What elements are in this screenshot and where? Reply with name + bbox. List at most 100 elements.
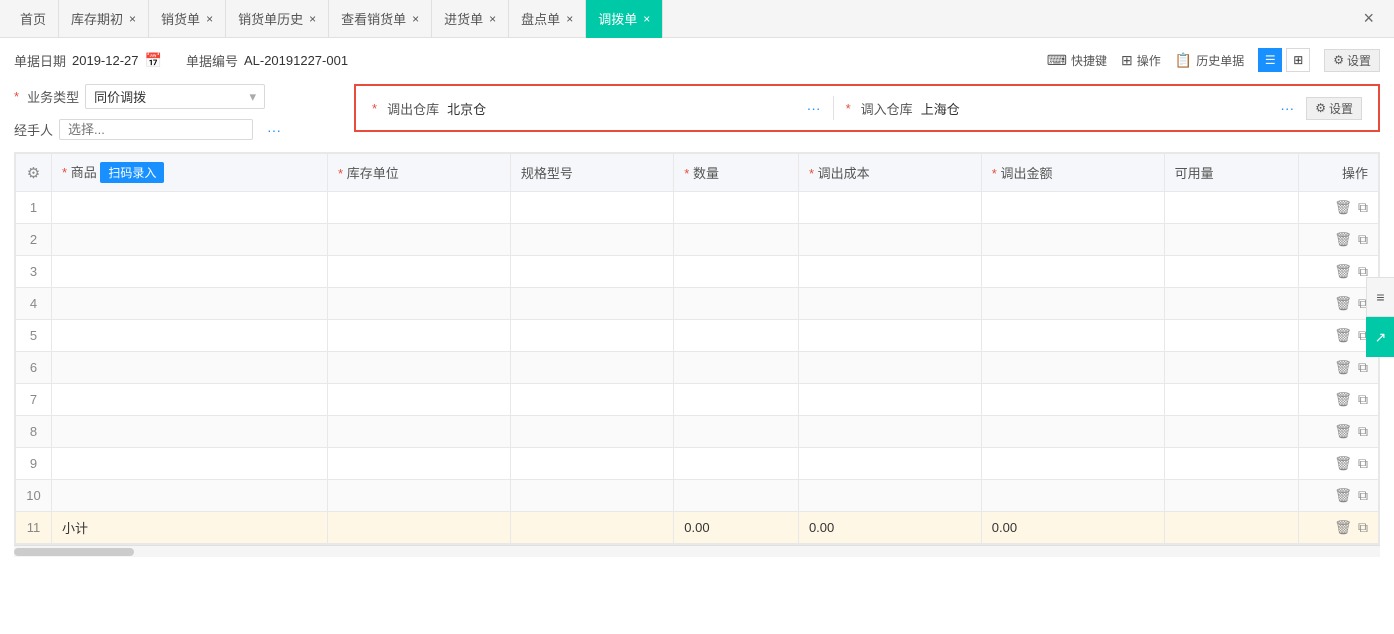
tab-close-init-stock[interactable]: × [129,12,136,26]
product-cell[interactable] [52,448,328,480]
unit-cell[interactable] [328,224,511,256]
copy-icon[interactable]: ⧉ [1358,487,1368,504]
scrollbar-thumb[interactable] [14,548,134,556]
delete-icon[interactable]: 🗑 [1334,199,1352,216]
cost-cell[interactable] [798,352,981,384]
operation-button[interactable]: ⊞ 操作 [1121,52,1161,69]
spec-cell[interactable] [510,448,673,480]
column-settings-icon[interactable]: ⚙ [27,165,40,182]
qty-cell[interactable] [674,224,799,256]
settings-button[interactable]: ⚙ 设置 [1324,49,1380,72]
cost-cell[interactable] [798,480,981,512]
tab-purchase[interactable]: 进货单 × [432,0,509,38]
unit-cell[interactable] [328,448,511,480]
amount-cell[interactable] [981,416,1164,448]
unit-cell[interactable] [328,352,511,384]
unit-cell[interactable] [328,256,511,288]
tab-close-view-sales[interactable]: × [412,12,419,26]
qty-cell[interactable] [674,384,799,416]
amount-cell[interactable] [981,192,1164,224]
list-view-button[interactable]: ☰ [1258,48,1282,72]
product-cell[interactable] [52,480,328,512]
amount-cell[interactable] [981,384,1164,416]
spec-cell[interactable] [510,320,673,352]
tab-close-sales-order[interactable]: × [206,12,213,26]
cost-cell[interactable] [798,256,981,288]
window-close-button[interactable]: × [1351,8,1386,29]
spec-cell[interactable] [510,480,673,512]
tab-transfer[interactable]: 调拨单 × [586,0,663,38]
copy-icon[interactable]: ⧉ [1358,455,1368,472]
qty-cell[interactable] [674,192,799,224]
copy-icon[interactable]: ⧉ [1358,199,1368,216]
tab-view-sales[interactable]: 查看销货单 × [329,0,432,38]
copy-icon[interactable]: ⧉ [1358,359,1368,376]
tab-init-stock[interactable]: 库存期初 × [59,0,149,38]
amount-cell[interactable] [981,288,1164,320]
cost-cell[interactable] [798,448,981,480]
calendar-icon[interactable]: 📅 [145,52,162,69]
product-cell[interactable] [52,320,328,352]
copy-icon[interactable]: ⧉ [1358,423,1368,440]
unit-cell[interactable] [328,416,511,448]
tab-home[interactable]: 首页 [8,0,59,38]
shortcut-button[interactable]: ⌨ 快捷键 [1047,52,1107,69]
cost-cell[interactable] [798,288,981,320]
delete-icon[interactable]: 🗑 [1334,295,1352,312]
horizontal-scrollbar[interactable] [14,545,1380,557]
unit-cell[interactable] [328,320,511,352]
product-cell[interactable] [52,384,328,416]
qty-cell[interactable] [674,480,799,512]
delete-icon[interactable]: 🗑 [1334,391,1352,408]
delete-icon[interactable]: 🗑 [1334,423,1352,440]
handler-input[interactable] [59,119,253,140]
spec-cell[interactable] [510,352,673,384]
product-cell[interactable] [52,256,328,288]
cost-cell[interactable] [798,320,981,352]
spec-cell[interactable] [510,416,673,448]
delete-icon[interactable]: 🗑 [1334,231,1352,248]
amount-cell[interactable] [981,352,1164,384]
qty-cell[interactable] [674,352,799,384]
unit-cell[interactable] [328,192,511,224]
tab-sales-order[interactable]: 销货单 × [149,0,226,38]
warehouse-settings-button[interactable]: ⚙ 设置 [1306,97,1362,120]
qty-cell[interactable] [674,416,799,448]
spec-cell[interactable] [510,192,673,224]
delete-icon[interactable]: 🗑 [1334,263,1352,280]
delete-icon[interactable]: 🗑 [1334,487,1352,504]
amount-cell[interactable] [981,448,1164,480]
spec-cell[interactable] [510,224,673,256]
tab-sales-history[interactable]: 销货单历史 × [226,0,329,38]
qty-cell[interactable] [674,320,799,352]
cost-cell[interactable] [798,224,981,256]
amount-cell[interactable] [981,256,1164,288]
unit-cell[interactable] [328,384,511,416]
product-cell[interactable] [52,224,328,256]
qty-cell[interactable] [674,288,799,320]
cost-cell[interactable] [798,416,981,448]
grid-view-button[interactable]: ⊞ [1286,48,1310,72]
tab-close-transfer[interactable]: × [643,12,650,26]
spec-cell[interactable] [510,256,673,288]
tab-close-sales-history[interactable]: × [309,12,316,26]
unit-cell[interactable] [328,288,511,320]
in-warehouse-more-icon[interactable]: ··· [1280,100,1294,116]
product-cell[interactable] [52,352,328,384]
cost-cell[interactable] [798,192,981,224]
unit-cell[interactable] [328,480,511,512]
delete-icon[interactable]: 🗑 [1334,455,1352,472]
side-export-button[interactable]: ↗ [1366,317,1394,357]
qty-cell[interactable] [674,448,799,480]
amount-cell[interactable] [981,480,1164,512]
delete-icon[interactable]: 🗑 [1334,359,1352,376]
copy-icon[interactable]: ⧉ [1358,231,1368,248]
cost-cell[interactable] [798,384,981,416]
amount-cell[interactable] [981,320,1164,352]
scan-entry-button[interactable]: 扫码录入 [100,162,164,183]
delete-icon[interactable]: 🗑 [1334,327,1352,344]
product-cell[interactable] [52,192,328,224]
business-type-select[interactable]: 同价调拨 ▾ [85,84,265,109]
side-list-button[interactable]: ≡ [1366,277,1394,317]
copy-icon[interactable]: ⧉ [1358,519,1368,536]
